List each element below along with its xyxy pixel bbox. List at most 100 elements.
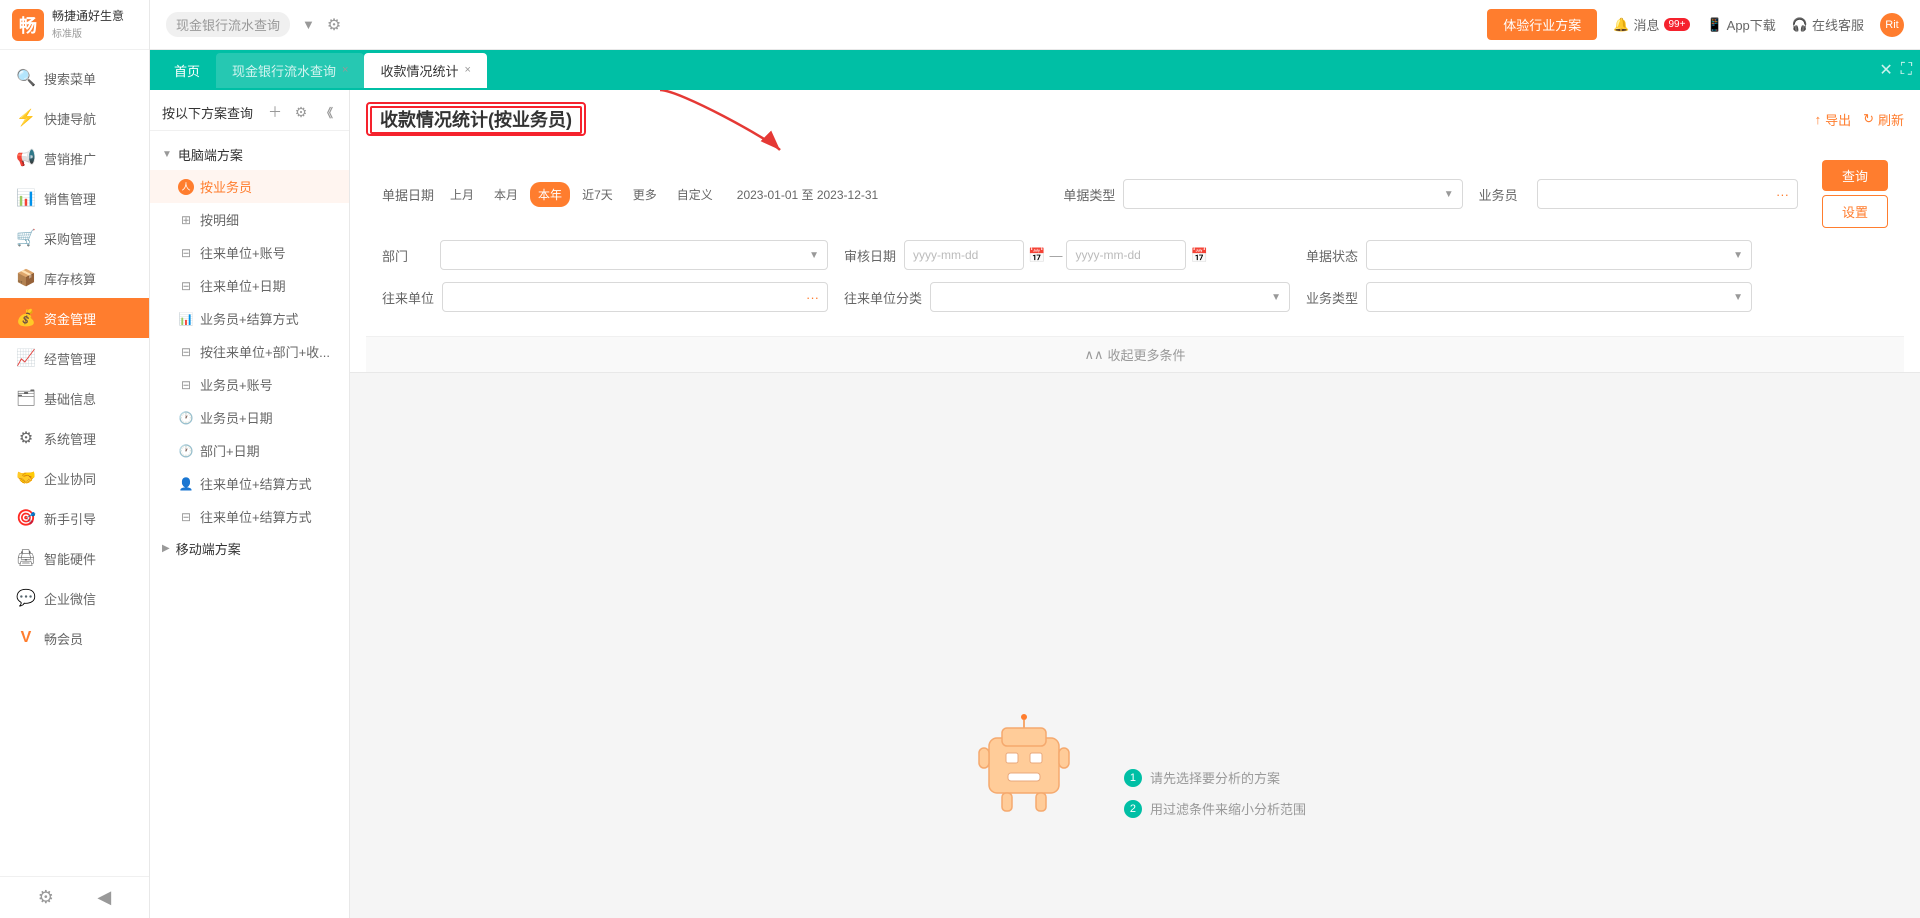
sidebar-item-search[interactable]: 🔍 搜索菜单 [0, 58, 149, 98]
sidebar-item-purchase[interactable]: 🛒 采购管理 [0, 218, 149, 258]
date-btn-this-year[interactable]: 本年 [530, 182, 570, 207]
sidebar-item-marketing[interactable]: 📢 营销推广 [0, 138, 149, 178]
audit-date-from-input[interactable]: yyyy-mm-dd [904, 240, 1024, 270]
sidebar-item-ops[interactable]: 📈 经营管理 [0, 338, 149, 378]
tab-collection-close[interactable]: × [464, 64, 470, 76]
date-btn-custom[interactable]: 自定义 [669, 182, 721, 207]
calendar-from-icon[interactable]: 📅 [1028, 247, 1045, 264]
sidebar-item-member[interactable]: V 畅会员 [0, 618, 149, 658]
close-all-tabs-icon[interactable]: ✕ [1879, 60, 1892, 80]
sidebar-item-corp[interactable]: 🤝 企业协同 [0, 458, 149, 498]
sidebar-item-hardware[interactable]: 🖨 智能硬件 [0, 538, 149, 578]
tree-item-by-salesperson[interactable]: 人 按业务员 [150, 170, 349, 203]
doc-status-select[interactable]: ▼ [1366, 240, 1752, 270]
tab-cashflow[interactable]: 现金银行流水查询 × [216, 53, 364, 88]
biz-type-select[interactable]: ▼ [1366, 282, 1752, 312]
gear-icon[interactable]: ⚙ [327, 15, 341, 35]
empty-hint-1: 1 请先选择要分析的方案 [1124, 768, 1280, 787]
doc-type-select[interactable]: ▼ [1123, 179, 1462, 209]
tree-item-label: 按明细 [200, 210, 239, 229]
grid-icon: ⊞ [178, 212, 194, 228]
settings-bottom-icon[interactable]: ⚙ [38, 887, 54, 908]
salesperson-select[interactable]: ··· [1537, 179, 1798, 209]
tab-cashflow-close[interactable]: × [342, 64, 348, 76]
filter-row-2: 部门 ▼ 审核日期 yyyy-mm-dd [382, 240, 1888, 270]
sidebar-item-base[interactable]: 🗂 基础信息 [0, 378, 149, 418]
hint2-num: 2 [1124, 800, 1142, 818]
collapse-more-button[interactable]: ∧∧ 收起更多条件 [366, 336, 1904, 372]
sidebar-item-finance[interactable]: 💰 资金管理 [0, 298, 149, 338]
counterpart-select[interactable]: ··· [442, 282, 828, 312]
tree-item-by-detail[interactable]: ⊞ 按明细 [150, 203, 349, 236]
collapse-panel-button[interactable]: 《 [317, 102, 337, 122]
tab-collection[interactable]: 收款情况统计 × [364, 53, 486, 88]
add-scheme-button[interactable]: ＋ [265, 102, 285, 122]
sidebar-item-quicknav[interactable]: ⚡ 快捷导航 [0, 98, 149, 138]
refresh-button[interactable]: ↻ 刷新 [1863, 110, 1904, 129]
dropdown-icon[interactable]: ▼ [302, 17, 315, 32]
settings-scheme-button[interactable]: ⚙ [291, 102, 311, 122]
tree-item-label: 按业务员 [200, 177, 252, 196]
sidebar-item-sales[interactable]: 📊 销售管理 [0, 178, 149, 218]
tree-item-label: 往来单位+结算方式 [200, 507, 312, 526]
sidebar-item-label: 基础信息 [44, 389, 96, 408]
notification-area[interactable]: 🔔 消息 99+ [1613, 15, 1690, 34]
date-btn-this-month[interactable]: 本月 [486, 182, 526, 207]
user-area[interactable]: Rit [1880, 13, 1904, 37]
sidebar-item-wechat[interactable]: 💬 企业微信 [0, 578, 149, 618]
marketing-icon: 📢 [16, 148, 36, 168]
online-service-area[interactable]: 🎧 在线客服 [1792, 15, 1864, 34]
calendar-to-icon[interactable]: 📅 [1190, 247, 1207, 264]
counterpart-class-select[interactable]: ▼ [930, 282, 1290, 312]
date-btn-7days[interactable]: 近7天 [574, 182, 621, 207]
date-btn-last-month[interactable]: 上月 [442, 182, 482, 207]
table5-icon: ⊟ [178, 509, 194, 525]
dept-select[interactable]: ▼ [440, 240, 828, 270]
sidebar-item-label: 新手引导 [44, 509, 96, 528]
tree-item-label: 往来单位+账号 [200, 243, 286, 262]
tree-item-unit-account[interactable]: ⊟ 往来单位+账号 [150, 236, 349, 269]
table3-icon: ⊟ [178, 344, 194, 360]
audit-date-to-input[interactable]: yyyy-mm-dd [1066, 240, 1186, 270]
date-btn-more[interactable]: 更多 [625, 182, 665, 207]
collapse-label: 收起更多条件 [1108, 345, 1186, 364]
corp-icon: 🤝 [16, 468, 36, 488]
table2-icon: ⊟ [178, 278, 194, 294]
counterpart-more-icon[interactable]: ··· [806, 290, 819, 305]
tree-item-unit-dept[interactable]: ⊟ 按往来单位+部门+收... [150, 335, 349, 368]
query-button[interactable]: 查询 [1822, 160, 1888, 191]
setting-button[interactable]: 设置 [1822, 195, 1888, 228]
fullscreen-icon[interactable]: ⛶ [1901, 61, 1912, 79]
tree-item-unit-settle1[interactable]: 👤 往来单位+结算方式 [150, 467, 349, 500]
doc-status-arrow-icon: ▼ [1733, 250, 1743, 261]
hint2-text: 用过滤条件来缩小分析范围 [1150, 799, 1306, 818]
tree-item-label: 往来单位+日期 [200, 276, 286, 295]
tree-item-unit-settle2[interactable]: ⊟ 往来单位+结算方式 [150, 500, 349, 533]
page-title-row: 收款情况统计(按业务员) ↑ 导出 ↻ 刷新 [366, 102, 1904, 136]
collapse-sidebar-icon[interactable]: ◀ [97, 887, 111, 908]
sidebar-item-system[interactable]: ⚙ 系统管理 [0, 418, 149, 458]
tab-home[interactable]: 首页 [158, 53, 216, 88]
tab-home-label: 首页 [174, 61, 200, 80]
tree-item-salesperson-account[interactable]: ⊟ 业务员+账号 [150, 368, 349, 401]
export-button[interactable]: ↑ 导出 [1815, 110, 1852, 129]
tree-group-pc-header[interactable]: ▼ 电脑端方案 [150, 139, 349, 170]
tree-group-mobile-header[interactable]: ▶ 移动端方案 [150, 533, 349, 564]
sidebar-item-label: 销售管理 [44, 189, 96, 208]
trial-button[interactable]: 体验行业方案 [1487, 9, 1597, 40]
salesperson-more-icon[interactable]: ··· [1776, 187, 1789, 202]
right-panel: 收款情况统计(按业务员) ↑ 导出 ↻ 刷新 [350, 90, 1920, 918]
tree-item-salesperson-settle[interactable]: 📊 业务员+结算方式 [150, 302, 349, 335]
sidebar-item-label: 搜索菜单 [44, 69, 96, 88]
tree-item-salesperson-date[interactable]: 🕐 业务员+日期 [150, 401, 349, 434]
guide-icon: 🎯 [16, 508, 36, 528]
sidebar-item-label: 畅会员 [44, 629, 83, 648]
notification-label: 消息 [1633, 15, 1659, 34]
filter-row-1: 单据日期 上月 本月 本年 近7天 更多 自定义 2023-01-01 至 20… [382, 160, 1888, 228]
sidebar-item-guide[interactable]: 🎯 新手引导 [0, 498, 149, 538]
sidebar-item-inventory[interactable]: 📦 库存核算 [0, 258, 149, 298]
app-download-area[interactable]: 📱 App下载 [1706, 15, 1775, 34]
left-panel-title: 按以下方案查询 [162, 103, 253, 122]
tree-item-dept-date[interactable]: 🕐 部门+日期 [150, 434, 349, 467]
tree-item-unit-date[interactable]: ⊟ 往来单位+日期 [150, 269, 349, 302]
